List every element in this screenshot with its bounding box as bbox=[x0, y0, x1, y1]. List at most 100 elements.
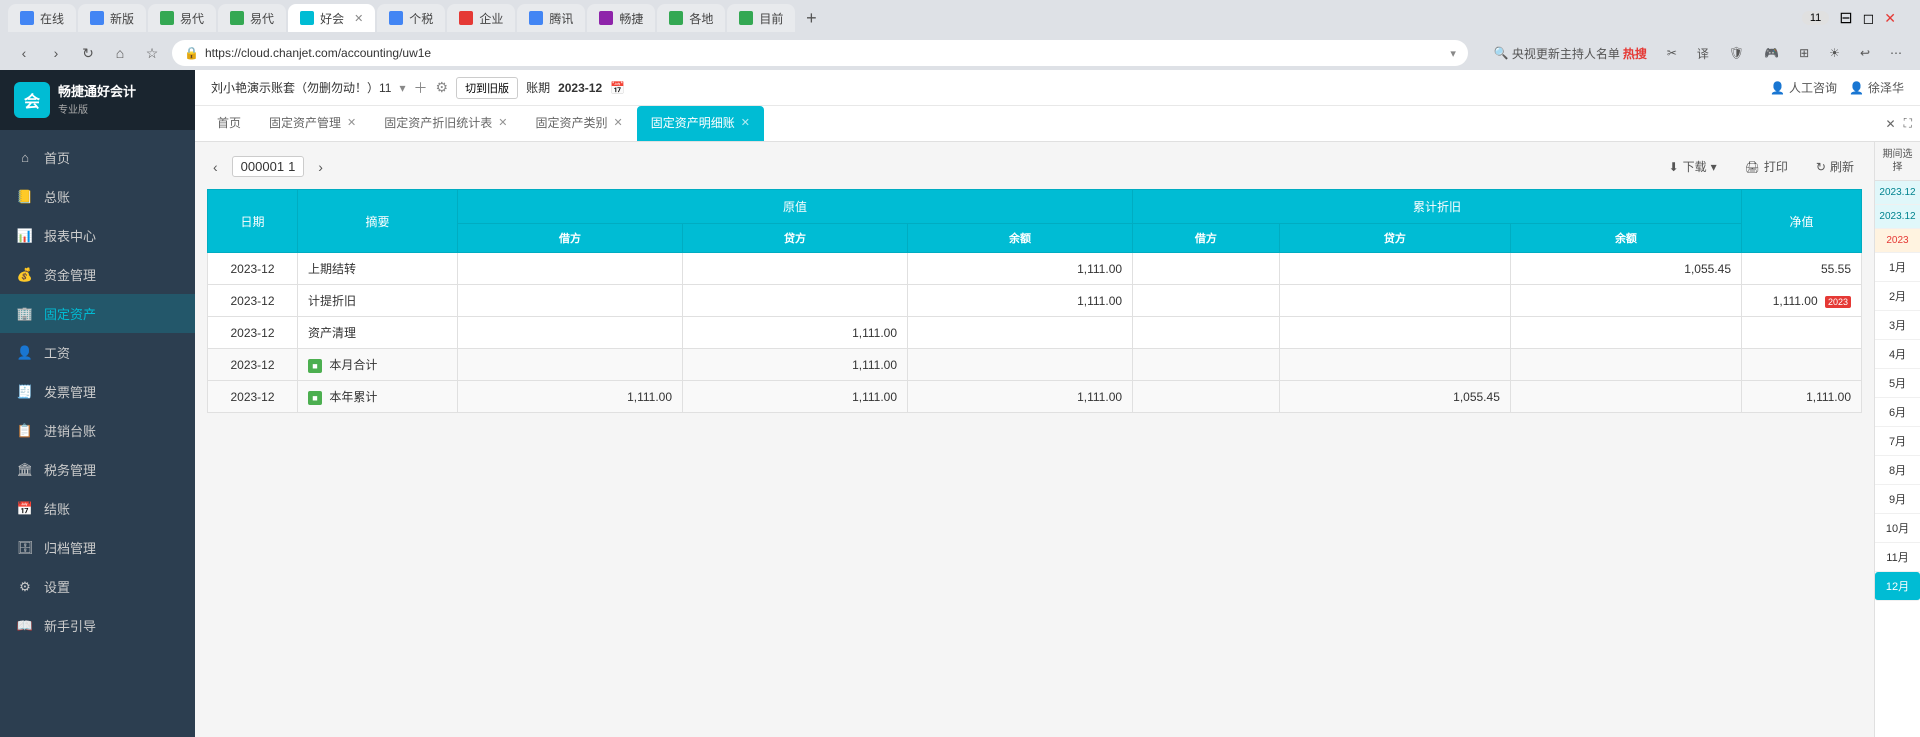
tab-fixed-assets-mgmt[interactable]: 固定资产管理 ✕ bbox=[255, 106, 370, 141]
next-page-button[interactable]: › bbox=[312, 157, 329, 177]
translate-tool[interactable]: 译 bbox=[1691, 42, 1715, 65]
expand-account-icon[interactable]: ▾ bbox=[399, 81, 405, 95]
sidebar-item-settings[interactable]: ⚙ 设置 bbox=[0, 567, 195, 606]
period-item-display-year[interactable]: 2023.12 bbox=[1875, 205, 1920, 229]
period-item-selected-year[interactable]: 2023.12 bbox=[1875, 181, 1920, 205]
period-item-month-7[interactable]: 7月 bbox=[1875, 427, 1920, 456]
period-item-month-1[interactable]: 1月 bbox=[1875, 253, 1920, 282]
sidebar-item-guide[interactable]: 📖 新手引导 bbox=[0, 606, 195, 645]
expand-tab-icon[interactable]: ⛶ bbox=[1904, 116, 1912, 131]
tab-home[interactable]: 首页 bbox=[203, 106, 255, 141]
switch-version-button[interactable]: 切到旧版 bbox=[456, 77, 518, 99]
accumulated-dep-header: 累计折旧 bbox=[1133, 190, 1742, 224]
close-all-icon[interactable]: ✕ bbox=[1886, 117, 1896, 131]
sidebar-item-ledger[interactable]: 📒 总账 bbox=[0, 177, 195, 216]
period-item-year[interactable]: 2023 bbox=[1875, 229, 1920, 253]
period-item-month-12[interactable]: 12月 bbox=[1875, 572, 1920, 601]
sidebar-item-label: 归档管理 bbox=[44, 538, 96, 557]
settings-account-icon[interactable]: ⚙ bbox=[436, 79, 449, 96]
search-bar[interactable]: 🔍 央视更新主持人名单 热搜 bbox=[1488, 42, 1653, 65]
tab-close-icon[interactable]: ✕ bbox=[354, 12, 363, 25]
browser-tab-yidai1[interactable]: 易代 bbox=[148, 4, 216, 32]
tab-asset-category[interactable]: 固定资产类别 ✕ bbox=[521, 106, 636, 141]
back-button[interactable]: ‹ bbox=[12, 41, 36, 65]
orig-credit-cell: 1,111.00 bbox=[683, 381, 908, 413]
sidebar-item-funds[interactable]: 💰 资金管理 bbox=[0, 255, 195, 294]
address-input[interactable]: 🔒 https://cloud.chanjet.com/accounting/u… bbox=[172, 40, 1468, 66]
table-row: 2023-12 计提折旧 1,111.00 1,111.00 bbox=[208, 285, 1862, 317]
user-profile-button[interactable]: 👤 徐泽华 bbox=[1849, 79, 1904, 96]
tab-asset-detail-ledger[interactable]: 固定资产明细账 ✕ bbox=[637, 106, 764, 141]
address-text: https://cloud.chanjet.com/accounting/uw1… bbox=[205, 46, 1444, 60]
scissors-tool[interactable]: ✂ bbox=[1661, 43, 1683, 63]
browser-close-icon[interactable]: ✕ bbox=[1884, 10, 1896, 27]
browser-restore-icon[interactable]: ◻ bbox=[1863, 10, 1875, 27]
tab-favicon bbox=[160, 11, 174, 25]
period-item-month-3[interactable]: 3月 bbox=[1875, 311, 1920, 340]
logo-text: 畅捷通好会计 bbox=[58, 84, 136, 101]
print-button[interactable]: 🖨 打印 bbox=[1737, 154, 1796, 179]
period-item-month-11[interactable]: 11月 bbox=[1875, 543, 1920, 572]
reload-button[interactable]: ↻ bbox=[76, 41, 100, 65]
dep-balance-cell: 1,055.45 bbox=[1510, 253, 1741, 285]
sidebar-item-archive[interactable]: 🗄 归档管理 bbox=[0, 528, 195, 567]
sidebar-item-tax[interactable]: 🏛 税务管理 bbox=[0, 450, 195, 489]
period-item-month-5[interactable]: 5月 bbox=[1875, 369, 1920, 398]
browser-tab-qiye[interactable]: 企业 bbox=[447, 4, 515, 32]
sidebar-item-close-books[interactable]: 📅 结账 bbox=[0, 489, 195, 528]
sidebar-item-reports[interactable]: 📊 报表中心 bbox=[0, 216, 195, 255]
customer-service-button[interactable]: 👤 人工咨询 bbox=[1770, 79, 1837, 96]
browser-tab-new[interactable]: 新版 bbox=[78, 4, 146, 32]
browser-tab-tengxun[interactable]: 腾讯 bbox=[517, 4, 585, 32]
sidebar-item-salary[interactable]: 👤 工资 bbox=[0, 333, 195, 372]
forward-button[interactable]: › bbox=[44, 41, 68, 65]
period-item-month-10[interactable]: 10月 bbox=[1875, 514, 1920, 543]
row-summary: 资产清理 bbox=[298, 317, 458, 349]
browser-tab-gedi[interactable]: 各地 bbox=[657, 4, 725, 32]
bookmark-button[interactable]: ☆ bbox=[140, 41, 164, 65]
sidebar-item-home[interactable]: ⌂ 首页 bbox=[0, 138, 195, 177]
sidebar-item-label: 资金管理 bbox=[44, 265, 96, 284]
tab-close-icon[interactable]: ✕ bbox=[498, 116, 507, 129]
tab-depreciation-stats[interactable]: 固定资产折旧统计表 ✕ bbox=[370, 106, 521, 141]
period-item-month-2[interactable]: 2月 bbox=[1875, 282, 1920, 311]
more-tool[interactable]: ⋯ bbox=[1884, 43, 1908, 63]
history-tool[interactable]: ↩ bbox=[1854, 43, 1876, 63]
download-expand-icon: ▾ bbox=[1711, 160, 1717, 174]
tab-close-icon[interactable]: ✕ bbox=[347, 116, 356, 129]
tab-close-icon[interactable]: ✕ bbox=[741, 116, 750, 129]
shield-tool[interactable]: 🛡 bbox=[1723, 43, 1750, 63]
sidebar-item-assets[interactable]: 🏢 固定资产 bbox=[0, 294, 195, 333]
row-summary: 计提折旧 bbox=[298, 285, 458, 317]
period-item-month-6[interactable]: 6月 bbox=[1875, 398, 1920, 427]
sidebar-item-invoice[interactable]: 🧾 发票管理 bbox=[0, 372, 195, 411]
period-item-month-8[interactable]: 8月 bbox=[1875, 456, 1920, 485]
browser-tab-online[interactable]: 在线 bbox=[8, 4, 76, 32]
browser-tab-yidai2[interactable]: 易代 bbox=[218, 4, 286, 32]
tab-label: 易代 bbox=[250, 10, 274, 27]
game-tool[interactable]: 🎮 bbox=[1758, 43, 1785, 63]
add-account-button[interactable]: ＋ bbox=[414, 78, 428, 98]
home-button[interactable]: ⌂ bbox=[108, 41, 132, 65]
download-label: 下载 bbox=[1683, 158, 1707, 175]
browser-tab-muqian[interactable]: 目前 bbox=[727, 4, 795, 32]
calendar-icon[interactable]: 📅 bbox=[610, 81, 625, 95]
browser-tab-changjie[interactable]: 畅捷 bbox=[587, 4, 655, 32]
tab-close-icon[interactable]: ✕ bbox=[614, 116, 623, 129]
brightness-tool[interactable]: ☀ bbox=[1823, 43, 1846, 63]
main-panel: ‹ 000001 1 › ⬇ 下载 ▾ bbox=[195, 142, 1874, 737]
period-item-month-4[interactable]: 4月 bbox=[1875, 340, 1920, 369]
period-item-month-9[interactable]: 9月 bbox=[1875, 485, 1920, 514]
new-tab-button[interactable]: + bbox=[797, 4, 825, 32]
orig-credit-cell bbox=[683, 285, 908, 317]
sidebar-item-stock[interactable]: 📋 进销台账 bbox=[0, 411, 195, 450]
table-row: 2023-12 资产清理 1,111.00 bbox=[208, 317, 1862, 349]
tab-count-badge: 11 bbox=[1802, 11, 1829, 25]
browser-menu-icon[interactable]: ⊟ bbox=[1839, 8, 1852, 28]
prev-page-button[interactable]: ‹ bbox=[207, 157, 224, 177]
download-button[interactable]: ⬇ 下载 ▾ bbox=[1661, 154, 1725, 179]
browser-tab-haohui[interactable]: 好会 ✕ bbox=[288, 4, 375, 32]
browser-tab-geshui[interactable]: 个税 bbox=[377, 4, 445, 32]
refresh-button[interactable]: ↻ 刷新 bbox=[1808, 154, 1862, 179]
grid-tool[interactable]: ⊞ bbox=[1793, 43, 1815, 63]
